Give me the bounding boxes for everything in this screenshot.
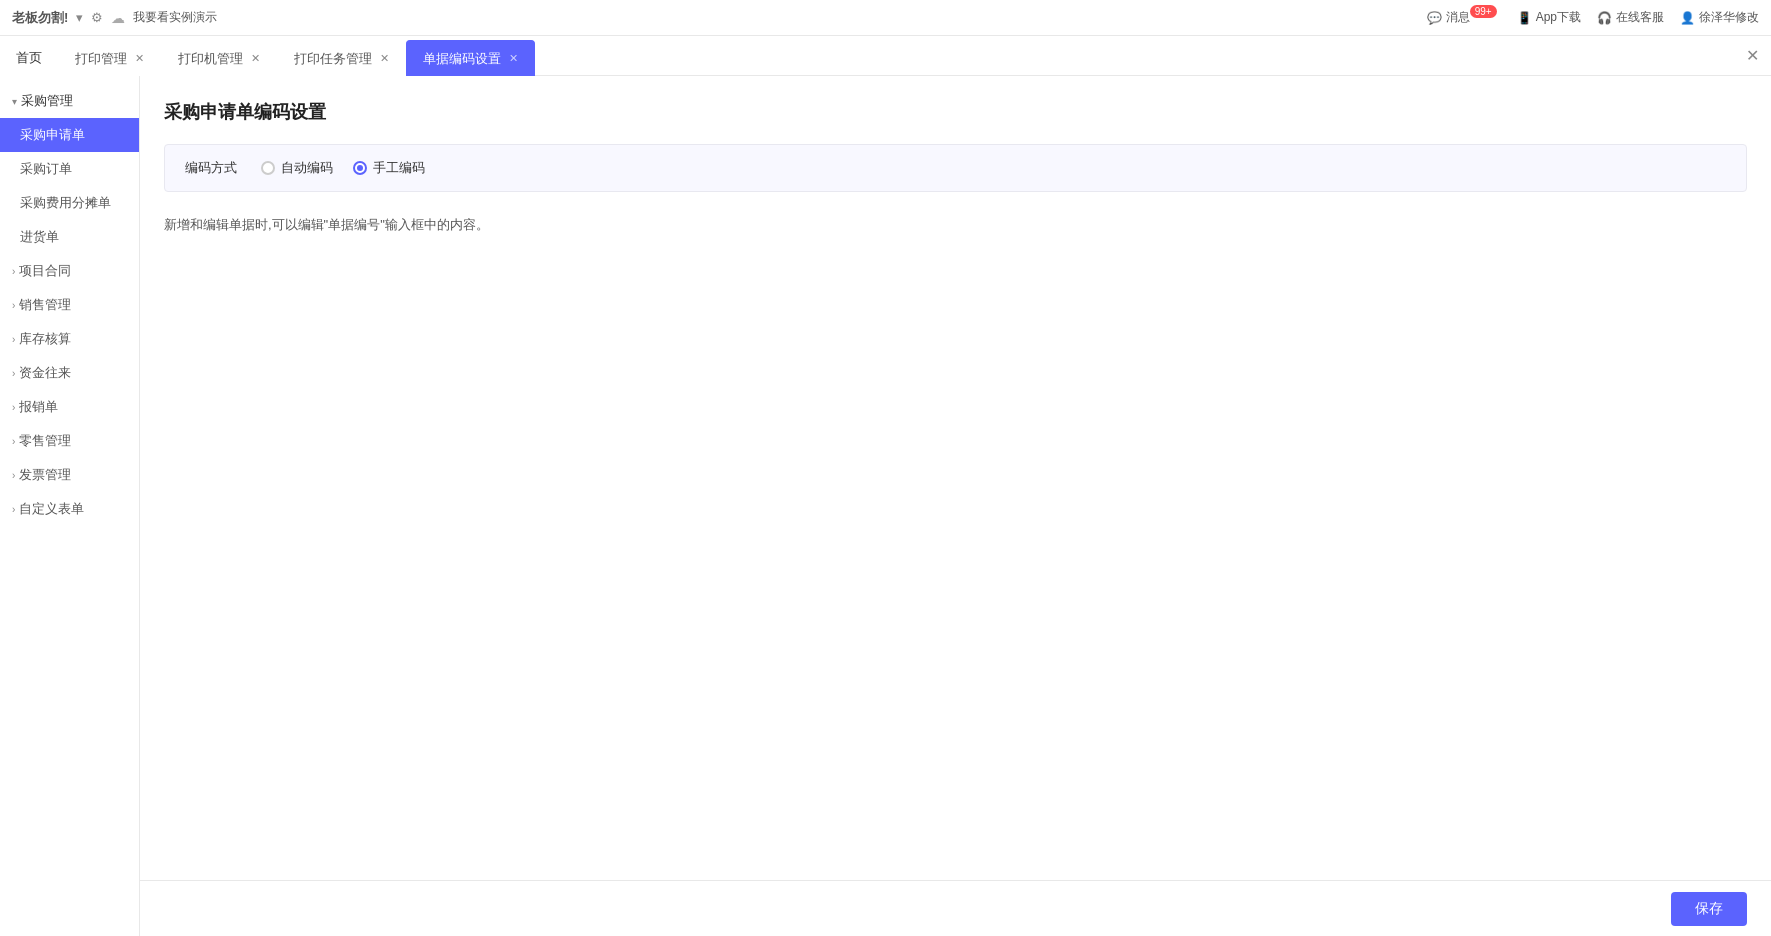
sales-mgr-arrow: ›: [12, 300, 15, 311]
funds-arrow: ›: [12, 368, 15, 379]
encode-section: 编码方式 自动编码 手工编码: [164, 144, 1747, 192]
purchase-order-label: 采购订单: [20, 161, 72, 176]
online-service-item[interactable]: 🎧 在线客服: [1597, 9, 1664, 26]
encode-method-label: 编码方式: [185, 159, 237, 177]
purchase-mgr-label: 采购管理: [21, 92, 73, 110]
bottom-bar: 保存: [140, 880, 1771, 936]
main-layout: ▾ 采购管理 采购申请单 采购订单 采购费用分摊单 进货单 › 项目合同 › 销…: [0, 76, 1771, 936]
sidebar-item-purchase-order[interactable]: 采购订单: [0, 152, 139, 186]
radio-manual-circle: [353, 161, 367, 175]
sidebar-group-funds[interactable]: › 资金往来: [0, 356, 139, 390]
funds-label: 资金往来: [19, 364, 71, 382]
tab-home-label: 首页: [16, 49, 42, 67]
custom-forms-arrow: ›: [12, 504, 15, 515]
returns-label: 报销单: [19, 398, 58, 416]
sidebar-group-sales-mgr[interactable]: › 销售管理: [0, 288, 139, 322]
sidebar-group-project-contract[interactable]: › 项目合同: [0, 254, 139, 288]
purchase-req-label: 采购申请单: [20, 127, 85, 142]
user-item[interactable]: 👤 徐泽华修改: [1680, 9, 1759, 26]
inventory-label: 库存核算: [19, 330, 71, 348]
top-bar-right: 💬 消息 99+ 📱 App下载 🎧 在线客服 👤 徐泽华修改: [1427, 9, 1759, 26]
invoice-mgr-label: 发票管理: [19, 466, 71, 484]
tab-bar-close-button[interactable]: ✕: [1746, 46, 1771, 65]
dropdown-icon[interactable]: ▾: [76, 10, 83, 25]
top-bar-left: 老板勿割! ▾ ⚙ 我要看实例演示: [12, 9, 217, 27]
tab-print-mgr-close[interactable]: ✕: [135, 52, 144, 65]
sidebar-group-invoice-mgr[interactable]: › 发票管理: [0, 458, 139, 492]
app-icon: 📱: [1517, 11, 1532, 25]
returns-arrow: ›: [12, 402, 15, 413]
purchase-mgr-arrow: ▾: [12, 96, 17, 107]
save-button[interactable]: 保存: [1671, 892, 1747, 926]
custom-forms-label: 自定义表单: [19, 500, 84, 518]
sidebar-group-returns[interactable]: › 报销单: [0, 390, 139, 424]
service-icon: 🎧: [1597, 11, 1612, 25]
tab-single-code-close[interactable]: ✕: [509, 52, 518, 65]
sidebar-group-custom-forms[interactable]: › 自定义表单: [0, 492, 139, 526]
settings-icon[interactable]: ⚙: [91, 10, 103, 25]
content-area: 采购申请单编码设置 编码方式 自动编码 手工编码 新增和编辑单据时,: [140, 76, 1771, 936]
page-title: 采购申请单编码设置: [164, 100, 1747, 124]
radio-manual-encode[interactable]: 手工编码: [353, 159, 425, 177]
tab-single-code[interactable]: 单据编码设置 ✕: [406, 40, 535, 76]
encode-radio-group: 自动编码 手工编码: [261, 159, 425, 177]
tab-printer-mgr[interactable]: 打印机管理 ✕: [161, 40, 277, 76]
tab-print-mgr-label: 打印管理: [75, 50, 127, 68]
project-contract-arrow: ›: [12, 266, 15, 277]
project-contract-label: 项目合同: [19, 262, 71, 280]
retail-mgr-label: 零售管理: [19, 432, 71, 450]
message-label: 消息: [1446, 9, 1470, 26]
cloud-icon: [111, 10, 125, 26]
auto-encode-label: 自动编码: [281, 159, 333, 177]
sidebar-group-retail-mgr[interactable]: › 零售管理: [0, 424, 139, 458]
purchase-expense-label: 采购费用分摊单: [20, 195, 111, 210]
app-logo: 老板勿割!: [12, 9, 68, 27]
tab-print-task[interactable]: 打印任务管理 ✕: [277, 40, 406, 76]
message-item[interactable]: 💬 消息 99+: [1427, 9, 1501, 26]
sidebar-item-stock-in[interactable]: 进货单: [0, 220, 139, 254]
retail-mgr-arrow: ›: [12, 436, 15, 447]
tab-printer-mgr-close[interactable]: ✕: [251, 52, 260, 65]
service-label: 在线客服: [1616, 9, 1664, 26]
radio-auto-circle: [261, 161, 275, 175]
sidebar-item-purchase-req[interactable]: 采购申请单: [0, 118, 139, 152]
invoice-mgr-arrow: ›: [12, 470, 15, 481]
sidebar-item-purchase-expense[interactable]: 采购费用分摊单: [0, 186, 139, 220]
stock-in-label: 进货单: [20, 229, 59, 244]
top-bar: 老板勿割! ▾ ⚙ 我要看实例演示 💬 消息 99+ 📱 App下载 🎧 在线客…: [0, 0, 1771, 36]
message-badge: 99+: [1470, 5, 1497, 18]
tab-single-code-label: 单据编码设置: [423, 50, 501, 68]
user-name: 徐泽华修改: [1699, 9, 1759, 26]
app-label: App下载: [1536, 9, 1581, 26]
radio-auto-encode[interactable]: 自动编码: [261, 159, 333, 177]
tab-print-task-close[interactable]: ✕: [380, 52, 389, 65]
user-icon: 👤: [1680, 11, 1695, 25]
message-icon: 💬: [1427, 11, 1442, 25]
sidebar-group-inventory[interactable]: › 库存核算: [0, 322, 139, 356]
sidebar-group-purchase-mgr[interactable]: ▾ 采购管理: [0, 84, 139, 118]
demo-link[interactable]: 我要看实例演示: [133, 9, 217, 26]
tab-bar: 首页 打印管理 ✕ 打印机管理 ✕ 打印任务管理 ✕ 单据编码设置 ✕ ✕: [0, 36, 1771, 76]
app-download-item[interactable]: 📱 App下载: [1517, 9, 1581, 26]
manual-encode-label: 手工编码: [373, 159, 425, 177]
tab-home[interactable]: 首页: [0, 40, 58, 76]
sales-mgr-label: 销售管理: [19, 296, 71, 314]
radio-manual-dot: [357, 165, 363, 171]
inventory-arrow: ›: [12, 334, 15, 345]
tab-printer-mgr-label: 打印机管理: [178, 50, 243, 68]
tab-print-mgr[interactable]: 打印管理 ✕: [58, 40, 161, 76]
info-text: 新增和编辑单据时,可以编辑"单据编号"输入框中的内容。: [164, 216, 1747, 234]
sidebar: ▾ 采购管理 采购申请单 采购订单 采购费用分摊单 进货单 › 项目合同 › 销…: [0, 76, 140, 936]
tab-print-task-label: 打印任务管理: [294, 50, 372, 68]
